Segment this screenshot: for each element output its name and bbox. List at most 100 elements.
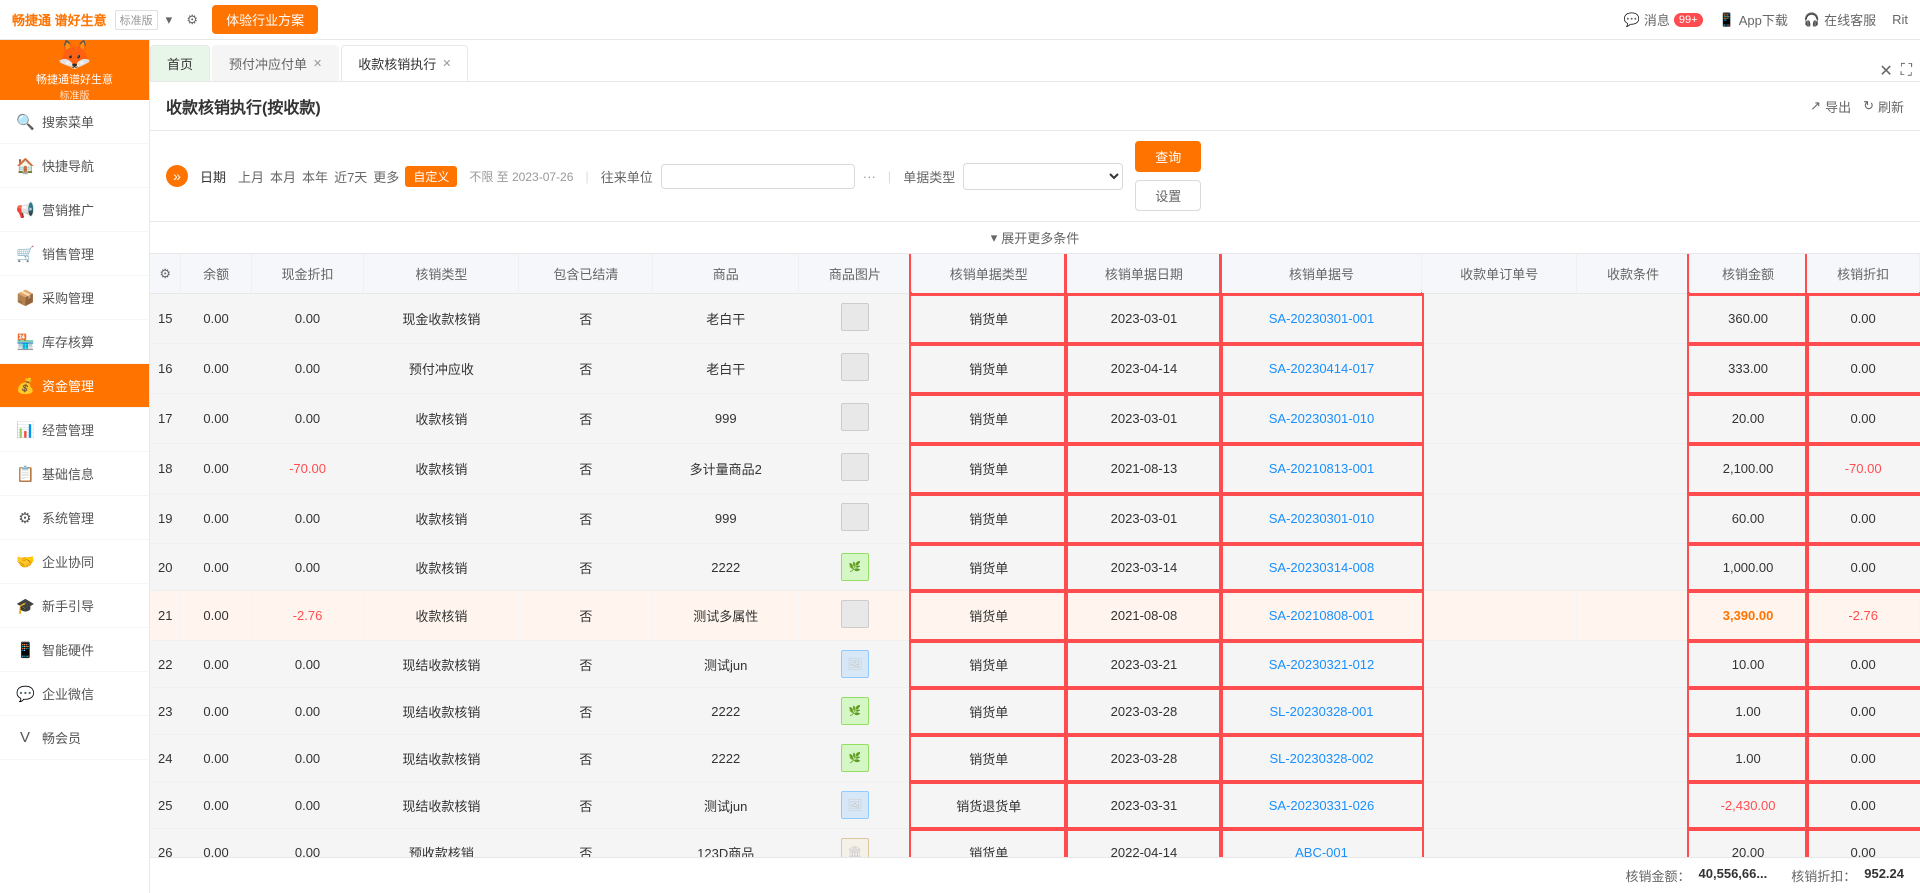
sidebar-item-label: 资金管理 (42, 376, 94, 395)
cell-included-settled: 否 (519, 591, 653, 641)
sidebar-item-label: 企业协同 (42, 552, 94, 571)
tab-prepay-close[interactable]: ✕ (313, 57, 322, 70)
close-window-btn[interactable]: ✕ (1879, 61, 1892, 81)
cell-verify-doc-type: 销货单 (911, 641, 1066, 688)
cell-balance: 0.00 (181, 591, 251, 641)
cell-verify-doc-no[interactable]: SL-20230328-001 (1221, 688, 1421, 735)
main-layout: 🦊 畅捷通谱好生意 标准版 🔍 搜索菜单 🏠 快捷导航 📢 营销推广 🛒 销售管… (0, 40, 1920, 893)
sidebar-item-hardware[interactable]: 📱 智能硬件 (0, 628, 149, 672)
expand-more-btn[interactable]: ▾ 展开更多条件 (991, 228, 1080, 247)
sidebar-item-guide[interactable]: 🎓 新手引导 (0, 584, 149, 628)
maximize-btn[interactable]: ⛶ (1901, 62, 1912, 80)
sidebar-item-wechat[interactable]: 💬 企业微信 (0, 672, 149, 716)
from-unit-ellipsis[interactable]: ··· (863, 169, 876, 184)
doc-link[interactable]: SA-20230314-008 (1269, 560, 1375, 575)
cell-verify-type: 预收款核销 (364, 829, 519, 858)
cell-verify-doc-no[interactable]: SA-20230314-008 (1221, 544, 1421, 591)
doc-link[interactable]: SA-20230301-001 (1269, 311, 1375, 326)
cell-verify-discount: 0.00 (1807, 641, 1920, 688)
footer-verify-discount: 核销折扣： 952.24 (1791, 866, 1904, 885)
cell-receipt-condition (1577, 735, 1690, 782)
from-unit-input[interactable] (661, 164, 855, 189)
date-btn-custom[interactable]: 自定义 (405, 166, 457, 187)
app-download[interactable]: 📱 App下载 (1719, 10, 1788, 29)
sidebar-item-purchase[interactable]: 📦 采购管理 (0, 276, 149, 320)
col-gear[interactable]: ⚙ (150, 254, 181, 294)
cell-verify-date: 2023-03-28 (1066, 688, 1221, 735)
cell-verify-doc-type: 销货单 (911, 591, 1066, 641)
cell-included-settled: 否 (519, 494, 653, 544)
sidebar-item-system[interactable]: ⚙ 系统管理 (0, 496, 149, 540)
sidebar-item-vip[interactable]: V 畅会员 (0, 716, 149, 760)
sidebar-item-search[interactable]: 🔍 搜索菜单 (0, 100, 149, 144)
doc-link[interactable]: SA-20230301-010 (1269, 511, 1375, 526)
sidebar-item-marketing[interactable]: 📢 营销推广 (0, 188, 149, 232)
message-item[interactable]: 💬 消息 99+ (1624, 10, 1703, 29)
cell-verify-amount: 1,000.00 (1689, 544, 1806, 591)
settings-gear[interactable]: ⚙ (180, 8, 204, 32)
date-btn-last-month[interactable]: 上月 (238, 167, 264, 186)
date-btn-this-year[interactable]: 本年 (302, 167, 328, 186)
sidebar-item-operation[interactable]: 📊 经营管理 (0, 408, 149, 452)
setting-btn[interactable]: 设置 (1135, 180, 1201, 211)
cell-verify-doc-no[interactable]: SA-20230414-017 (1221, 344, 1421, 394)
doc-link[interactable]: SA-20210813-001 (1269, 461, 1375, 476)
export-btn[interactable]: ↗ 导出 (1810, 97, 1851, 116)
sidebar-item-inventory[interactable]: 🏪 库存核算 (0, 320, 149, 364)
sidebar-item-basic[interactable]: 📋 基础信息 (0, 452, 149, 496)
online-service[interactable]: 🎧 在线客服 (1804, 10, 1876, 29)
expand-more-label: 展开更多条件 (1001, 228, 1079, 247)
tab-prepay[interactable]: 预付冲应付单 ✕ (212, 45, 339, 81)
sidebar-item-quicknav[interactable]: 🏠 快捷导航 (0, 144, 149, 188)
doc-link[interactable]: SA-20230321-012 (1269, 657, 1375, 672)
cell-product: 123D商品 (653, 829, 799, 858)
cell-verify-discount: -70.00 (1807, 444, 1920, 494)
refresh-btn[interactable]: ↻ 刷新 (1863, 97, 1904, 116)
cell-balance: 0.00 (181, 444, 251, 494)
sidebar-item-enterprise[interactable]: 🤝 企业协同 (0, 540, 149, 584)
cell-verify-doc-no[interactable]: ABC-001 (1221, 829, 1421, 858)
tab-home[interactable]: 首页 (150, 45, 210, 81)
doc-link[interactable]: SA-20230414-017 (1269, 361, 1375, 376)
date-btn-this-month[interactable]: 本月 (270, 167, 296, 186)
cell-verify-doc-no[interactable]: SA-20230301-001 (1221, 294, 1421, 344)
trial-btn[interactable]: 体验行业方案 (212, 5, 318, 34)
doc-type-label: 单据类型 (903, 167, 955, 186)
doc-link[interactable]: SL-20230328-001 (1269, 704, 1373, 719)
sidebar-item-sales[interactable]: 🛒 销售管理 (0, 232, 149, 276)
tab-receipt-verify[interactable]: 收款核销执行 ✕ (341, 45, 468, 81)
product-image (841, 503, 869, 531)
cell-product-image (799, 394, 912, 444)
cell-verify-doc-no[interactable]: SA-20230321-012 (1221, 641, 1421, 688)
cell-verify-doc-no[interactable]: SA-20230301-010 (1221, 494, 1421, 544)
cell-verify-doc-no[interactable]: SL-20230328-002 (1221, 735, 1421, 782)
version-dropdown[interactable]: ▾ (166, 12, 173, 28)
cell-verify-date: 2023-04-14 (1066, 344, 1221, 394)
cell-verify-doc-no[interactable]: SA-20230301-010 (1221, 394, 1421, 444)
home-icon: 🏠 (16, 157, 34, 175)
cell-verify-doc-no[interactable]: SA-20210808-001 (1221, 591, 1421, 641)
tab-receipt-verify-close[interactable]: ✕ (442, 57, 451, 70)
doc-link[interactable]: SA-20210808-001 (1269, 608, 1375, 623)
doc-link[interactable]: SL-20230328-002 (1269, 751, 1373, 766)
date-btn-more[interactable]: 更多 (373, 167, 399, 186)
date-btn-7days[interactable]: 近7天 (334, 167, 367, 186)
cell-verify-doc-no[interactable]: SA-20230331-026 (1221, 782, 1421, 829)
page-title: 收款核销执行(按收款) (166, 94, 321, 118)
sidebar-item-finance[interactable]: 💰 资金管理 (0, 364, 149, 408)
cell-verify-doc-type: 销货单 (911, 544, 1066, 591)
user-avatar[interactable]: Rit (1892, 12, 1908, 27)
doc-link[interactable]: SA-20230331-026 (1269, 798, 1375, 813)
cell-verify-doc-no[interactable]: SA-20210813-001 (1221, 444, 1421, 494)
filter-toggle-btn[interactable]: » (166, 165, 188, 187)
cell-balance: 0.00 (181, 394, 251, 444)
query-btn[interactable]: 查询 (1135, 141, 1201, 172)
sidebar-logo-text: 畅捷通谱好生意 (36, 71, 113, 87)
doc-type-select[interactable] (963, 163, 1123, 190)
doc-link[interactable]: SA-20230301-010 (1269, 411, 1375, 426)
search-icon: 🔍 (16, 113, 34, 131)
table-row: 22 0.00 0.00 现结收款核销 否 测试jun 🖼 销货单 2023-0… (150, 641, 1920, 688)
cell-receipt-order-no (1422, 735, 1577, 782)
doc-link[interactable]: ABC-001 (1295, 845, 1348, 858)
col-product: 商品 (653, 254, 799, 294)
